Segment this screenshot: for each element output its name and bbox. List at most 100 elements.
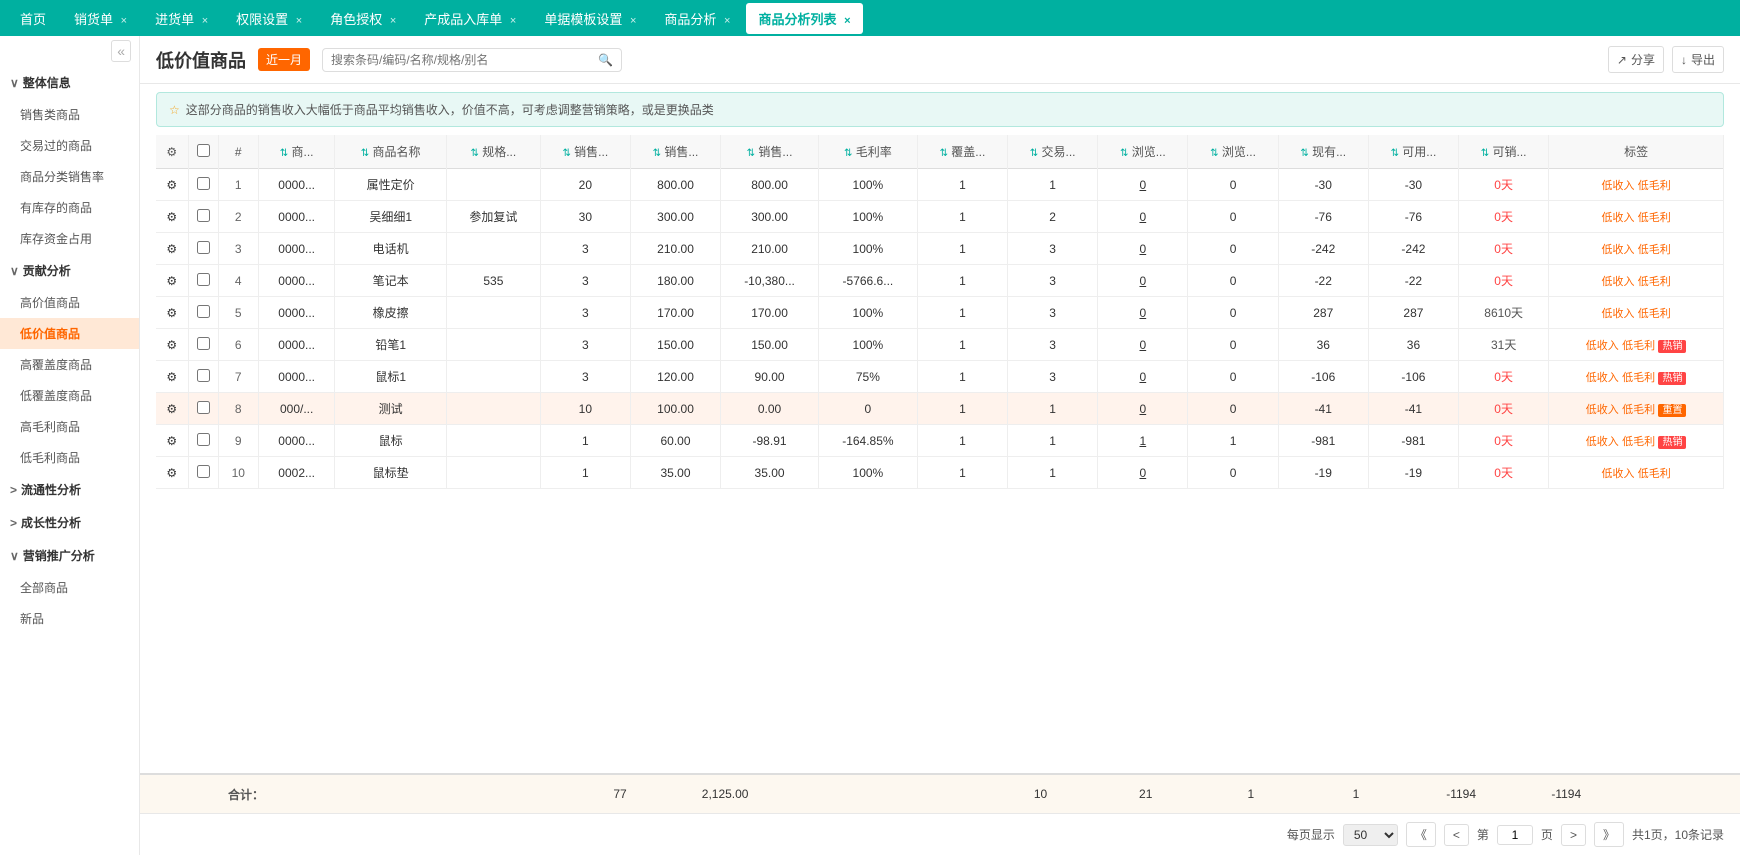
browse-link[interactable]: 0 bbox=[1139, 306, 1146, 320]
browse-link[interactable]: 0 bbox=[1139, 274, 1146, 288]
row-browse1[interactable]: 0 bbox=[1098, 201, 1188, 233]
th-margin[interactable]: ⇅ 毛利率 bbox=[818, 135, 917, 169]
th-saleable[interactable]: ⇅ 可销... bbox=[1459, 135, 1549, 169]
row-checkbox-cell[interactable] bbox=[188, 201, 218, 233]
row-checkbox-cell[interactable] bbox=[188, 361, 218, 393]
th-coverage[interactable]: ⇅ 覆盖... bbox=[917, 135, 1007, 169]
search-input[interactable] bbox=[331, 53, 594, 67]
th-name[interactable]: ⇅ 商品名称 bbox=[335, 135, 447, 169]
th-code[interactable]: ⇅ 商... bbox=[258, 135, 334, 169]
row-checkbox-cell[interactable] bbox=[188, 169, 218, 201]
th-trade[interactable]: ⇅ 交易... bbox=[1008, 135, 1098, 169]
sidebar-item-high-value[interactable]: 高价值商品 bbox=[0, 287, 139, 318]
nav-home[interactable]: 首页 bbox=[8, 3, 58, 34]
table-container[interactable]: ⚙ # ⇅ 商... ⇅ 商品名称 ⇅ 规格... ⇅ 销售... ⇅ 销售..… bbox=[140, 135, 1740, 773]
prev-page-btn[interactable]: < bbox=[1444, 824, 1469, 846]
row-checkbox[interactable] bbox=[197, 177, 210, 190]
row-checkbox-cell[interactable] bbox=[188, 233, 218, 265]
table-row[interactable]: ⚙ 6 0000... 铅笔1 3 150.00 150.00 100% 1 3… bbox=[156, 329, 1724, 361]
th-checkbox[interactable] bbox=[188, 135, 218, 169]
row-checkbox[interactable] bbox=[197, 465, 210, 478]
th-browse1[interactable]: ⇅ 浏览... bbox=[1098, 135, 1188, 169]
browse-link[interactable]: 1 bbox=[1139, 434, 1146, 448]
nav-sales[interactable]: 销货单 × bbox=[62, 3, 139, 34]
nav-purchase[interactable]: 进货单 × bbox=[143, 3, 220, 34]
row-checkbox-cell[interactable] bbox=[188, 425, 218, 457]
th-sales-qty[interactable]: ⇅ 销售... bbox=[540, 135, 630, 169]
browse-link[interactable]: 0 bbox=[1139, 178, 1146, 192]
sidebar-group-growth[interactable]: > 成长性分析 bbox=[0, 506, 139, 539]
next-page-btn[interactable]: > bbox=[1561, 824, 1586, 846]
sidebar-item-high-margin[interactable]: 高毛利商品 bbox=[0, 411, 139, 442]
table-row[interactable]: ⚙ 1 0000... 属性定价 20 800.00 800.00 100% 1… bbox=[156, 169, 1724, 201]
sidebar-group-contribution[interactable]: ∨ 贡献分析 bbox=[0, 254, 139, 287]
nav-permissions[interactable]: 权限设置 × bbox=[224, 3, 314, 34]
row-settings[interactable]: ⚙ bbox=[156, 425, 188, 457]
row-settings[interactable]: ⚙ bbox=[156, 393, 188, 425]
row-checkbox[interactable] bbox=[197, 305, 210, 318]
period-tag[interactable]: 近一月 bbox=[258, 48, 310, 71]
row-checkbox[interactable] bbox=[197, 369, 210, 382]
sidebar-item-category-rate[interactable]: 商品分类销售率 bbox=[0, 161, 139, 192]
nav-analysis[interactable]: 商品分析 × bbox=[652, 3, 742, 34]
row-checkbox[interactable] bbox=[197, 433, 210, 446]
th-sales-total[interactable]: ⇅ 销售... bbox=[721, 135, 819, 169]
row-settings[interactable]: ⚙ bbox=[156, 457, 188, 489]
collapse-btn[interactable]: « bbox=[0, 36, 139, 66]
page-input[interactable] bbox=[1497, 825, 1533, 845]
th-sales-price[interactable]: ⇅ 销售... bbox=[630, 135, 720, 169]
table-row[interactable]: ⚙ 4 0000... 笔记本 535 3 180.00 -10,380... … bbox=[156, 265, 1724, 297]
sidebar-item-capital[interactable]: 库存资金占用 bbox=[0, 223, 139, 254]
row-settings[interactable]: ⚙ bbox=[156, 169, 188, 201]
th-spec[interactable]: ⇅ 规格... bbox=[447, 135, 541, 169]
browse-link[interactable]: 0 bbox=[1139, 242, 1146, 256]
row-browse1[interactable]: 1 bbox=[1098, 425, 1188, 457]
per-page-select[interactable]: 50 100 200 bbox=[1343, 824, 1398, 846]
row-settings[interactable]: ⚙ bbox=[156, 201, 188, 233]
row-checkbox[interactable] bbox=[197, 337, 210, 350]
sidebar-item-traded[interactable]: 交易过的商品 bbox=[0, 130, 139, 161]
table-row[interactable]: ⚙ 5 0000... 橡皮擦 3 170.00 170.00 100% 1 3… bbox=[156, 297, 1724, 329]
row-browse1[interactable]: 0 bbox=[1098, 393, 1188, 425]
sidebar-item-sales-goods[interactable]: 销售类商品 bbox=[0, 99, 139, 130]
th-stock-avail[interactable]: ⇅ 可用... bbox=[1368, 135, 1458, 169]
sidebar-item-in-stock[interactable]: 有库存的商品 bbox=[0, 192, 139, 223]
th-browse2[interactable]: ⇅ 浏览... bbox=[1188, 135, 1278, 169]
row-checkbox-cell[interactable] bbox=[188, 297, 218, 329]
table-row[interactable]: ⚙ 10 0002... 鼠标垫 1 35.00 35.00 100% 1 1 … bbox=[156, 457, 1724, 489]
row-browse1[interactable]: 0 bbox=[1098, 329, 1188, 361]
browse-link[interactable]: 0 bbox=[1139, 370, 1146, 384]
row-checkbox-cell[interactable] bbox=[188, 329, 218, 361]
sidebar-item-new-goods[interactable]: 新品 bbox=[0, 603, 139, 634]
row-browse1[interactable]: 0 bbox=[1098, 457, 1188, 489]
row-settings[interactable]: ⚙ bbox=[156, 265, 188, 297]
row-browse1[interactable]: 0 bbox=[1098, 297, 1188, 329]
sidebar-item-high-coverage[interactable]: 高覆盖度商品 bbox=[0, 349, 139, 380]
row-checkbox-cell[interactable] bbox=[188, 393, 218, 425]
row-browse1[interactable]: 0 bbox=[1098, 169, 1188, 201]
th-settings[interactable]: ⚙ bbox=[156, 135, 188, 169]
row-settings[interactable]: ⚙ bbox=[156, 361, 188, 393]
sidebar-item-low-coverage[interactable]: 低覆盖度商品 bbox=[0, 380, 139, 411]
sidebar-item-all-goods[interactable]: 全部商品 bbox=[0, 572, 139, 603]
sidebar-item-low-value[interactable]: 低价值商品 bbox=[0, 318, 139, 349]
browse-link[interactable]: 0 bbox=[1139, 466, 1146, 480]
browse-link[interactable]: 0 bbox=[1139, 210, 1146, 224]
sidebar-group-overall[interactable]: ∨ 整体信息 bbox=[0, 66, 139, 99]
nav-roles[interactable]: 角色授权 × bbox=[318, 3, 408, 34]
row-settings[interactable]: ⚙ bbox=[156, 297, 188, 329]
table-row[interactable]: ⚙ 9 0000... 鼠标 1 60.00 -98.91 -164.85% 1… bbox=[156, 425, 1724, 457]
table-row[interactable]: ⚙ 2 0000... 吴细细1 参加复试 30 300.00 300.00 1… bbox=[156, 201, 1724, 233]
sidebar-group-circulation[interactable]: > 流通性分析 bbox=[0, 473, 139, 506]
row-browse1[interactable]: 0 bbox=[1098, 361, 1188, 393]
table-row[interactable]: ⚙ 3 0000... 电话机 3 210.00 210.00 100% 1 3… bbox=[156, 233, 1724, 265]
browse-link[interactable]: 0 bbox=[1139, 402, 1146, 416]
row-checkbox-cell[interactable] bbox=[188, 265, 218, 297]
row-browse1[interactable]: 0 bbox=[1098, 265, 1188, 297]
select-all-checkbox[interactable] bbox=[197, 144, 210, 157]
nav-product-stock[interactable]: 产成品入库单 × bbox=[412, 3, 528, 34]
search-icon[interactable]: 🔍 bbox=[598, 53, 613, 67]
row-settings[interactable]: ⚙ bbox=[156, 329, 188, 361]
table-row[interactable]: ⚙ 8 000/... 测试 10 100.00 0.00 0 1 1 0 0 … bbox=[156, 393, 1724, 425]
sidebar-item-low-margin[interactable]: 低毛利商品 bbox=[0, 442, 139, 473]
